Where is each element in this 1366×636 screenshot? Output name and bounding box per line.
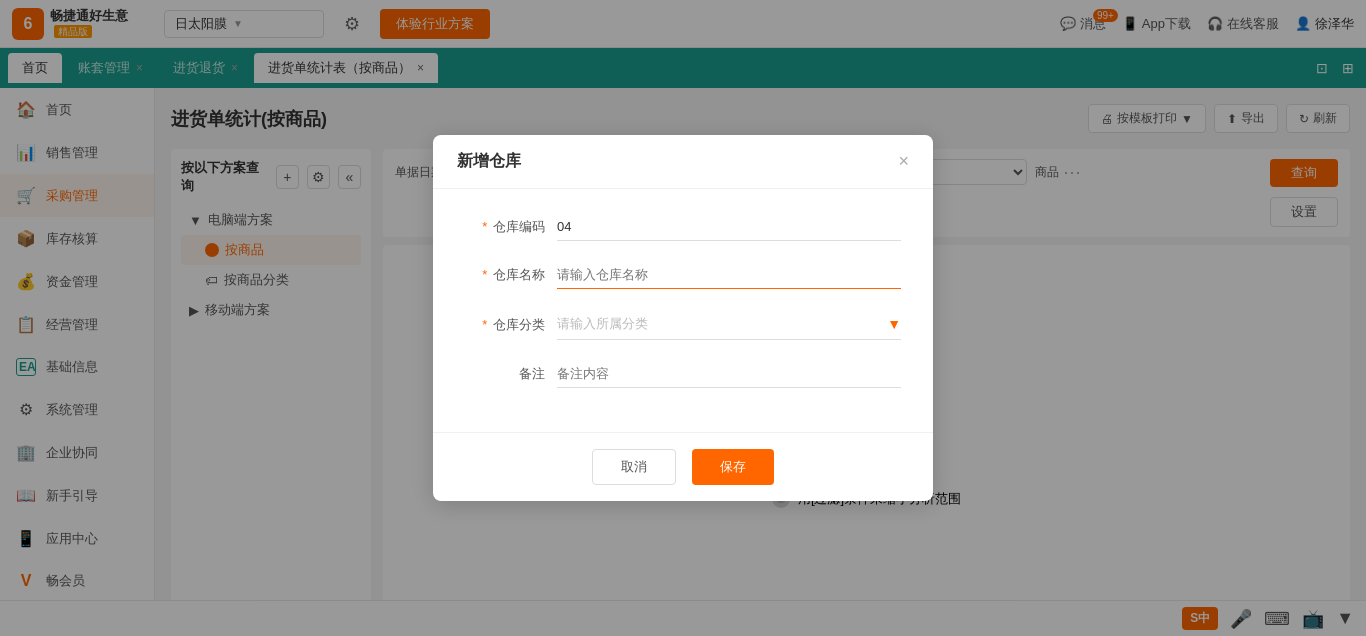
note-label: 备注 (465, 365, 545, 383)
required-star-code: * (482, 219, 487, 234)
save-button[interactable]: 保存 (692, 449, 774, 485)
form-row-name: * 仓库名称 (465, 261, 901, 289)
warehouse-code-input[interactable] (557, 213, 901, 241)
required-star-name: * (482, 267, 487, 282)
modal-header: 新增仓库 × (433, 135, 933, 189)
category-dropdown-icon: ▼ (887, 316, 901, 332)
cancel-button[interactable]: 取消 (592, 449, 676, 485)
modal-body: * 仓库编码 * 仓库名称 * 仓库分类 请输入所属 (433, 189, 933, 432)
required-star-category: * (482, 317, 487, 332)
modal-close-button[interactable]: × (898, 151, 909, 172)
warehouse-name-input[interactable] (557, 261, 901, 289)
note-input[interactable] (557, 360, 901, 388)
form-row-note: 备注 (465, 360, 901, 388)
code-label: * 仓库编码 (465, 218, 545, 236)
modal-overlay[interactable]: 新增仓库 × * 仓库编码 * 仓库名称 (0, 0, 1366, 636)
form-row-code: * 仓库编码 (465, 213, 901, 241)
modal-title: 新增仓库 (457, 151, 521, 172)
modal-footer: 取消 保存 (433, 432, 933, 501)
warehouse-category-select[interactable]: 请输入所属分类 ▼ (557, 309, 901, 340)
name-label: * 仓库名称 (465, 266, 545, 284)
add-warehouse-modal: 新增仓库 × * 仓库编码 * 仓库名称 (433, 135, 933, 501)
category-label: * 仓库分类 (465, 316, 545, 334)
category-placeholder: 请输入所属分类 (557, 315, 648, 333)
form-row-category: * 仓库分类 请输入所属分类 ▼ (465, 309, 901, 340)
